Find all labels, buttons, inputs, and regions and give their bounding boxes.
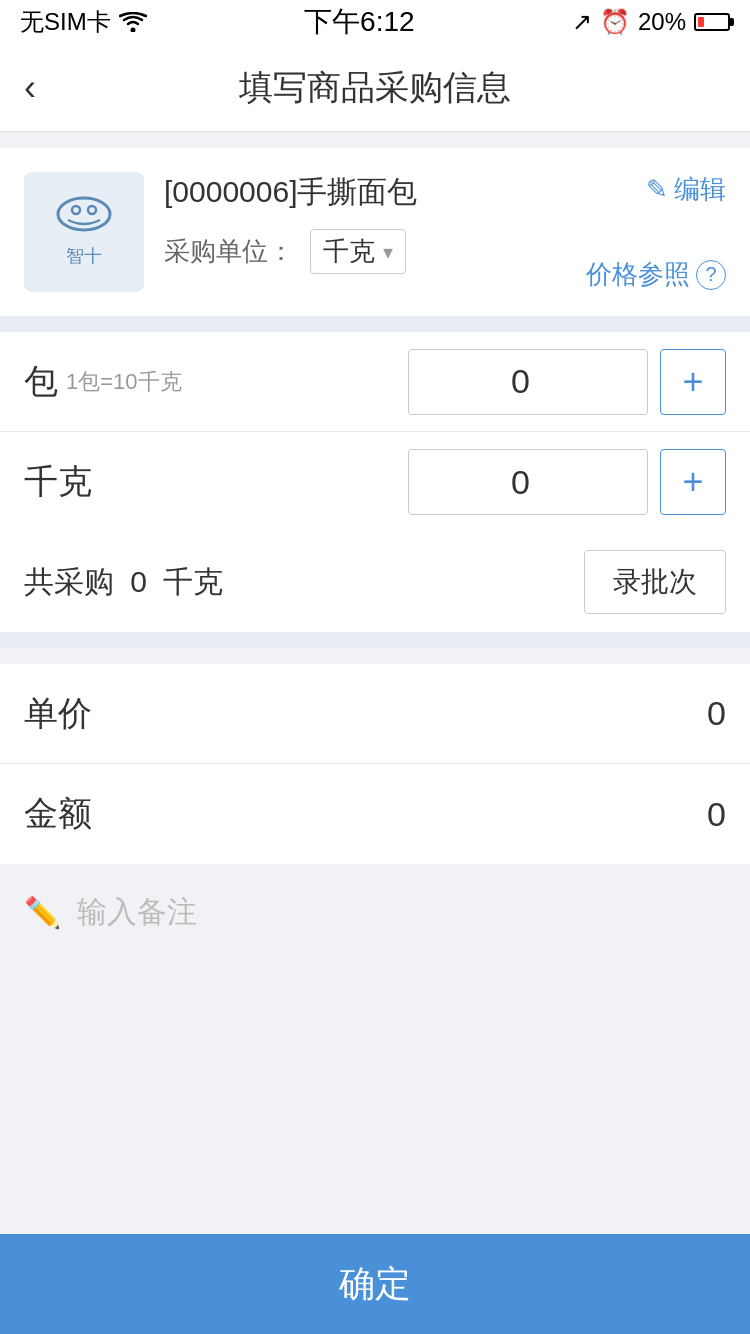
- remark-section[interactable]: ✏️ 输入备注: [0, 864, 750, 961]
- product-name: [0000006]手撕面包: [164, 172, 726, 213]
- bao-input[interactable]: [408, 349, 648, 415]
- svg-point-3: [88, 206, 96, 214]
- unit-price-value: 0: [707, 694, 726, 733]
- battery-fill: [698, 17, 704, 27]
- total-amount: 0: [130, 565, 147, 598]
- product-card: 智十 [0000006]手撕面包 采购单位： 千克 ▾ ✎ 编辑 价格参照 ?: [0, 148, 750, 316]
- amount-label: 金额: [24, 791, 92, 837]
- total-row: 共采购 0 千克 录批次: [0, 532, 750, 632]
- price-ref-button[interactable]: 价格参照 ?: [586, 257, 726, 292]
- back-button[interactable]: ‹: [24, 67, 36, 109]
- amount-value: 0: [707, 795, 726, 834]
- confirm-button[interactable]: 确定: [0, 1234, 750, 1334]
- unit-selector[interactable]: 千克 ▾: [310, 229, 406, 274]
- record-batch-button[interactable]: 录批次: [584, 550, 726, 614]
- unit-dropdown-icon: ▾: [383, 240, 393, 264]
- unit-price-label: 单价: [24, 691, 92, 737]
- amount-row: 金额 0: [0, 764, 750, 864]
- price-section: 单价 0 金额 0: [0, 664, 750, 864]
- kg-plus-button[interactable]: +: [660, 449, 726, 515]
- battery-percent: 20%: [638, 8, 686, 36]
- location-icon: ↗: [572, 8, 592, 36]
- nav-bar: ‹ 填写商品采购信息: [0, 44, 750, 132]
- product-image: 智十: [24, 172, 144, 292]
- product-logo-icon: [54, 196, 114, 240]
- kg-input[interactable]: [408, 449, 648, 515]
- status-bar: 无SIM卡 下午6:12 ↗ ⏰ 20%: [0, 0, 750, 44]
- pencil-icon: ✏️: [24, 895, 61, 930]
- unit-price-row: 单价 0: [0, 664, 750, 764]
- product-logo-text: 智十: [66, 244, 102, 268]
- kg-row: 千克 +: [0, 432, 750, 532]
- svg-point-0: [130, 28, 135, 33]
- separator-1: [0, 316, 750, 332]
- input-section: 包 1包=10千克 + 千克 +: [0, 332, 750, 532]
- wifi-icon: [119, 12, 147, 32]
- status-bar-right: ↗ ⏰ 20%: [572, 8, 730, 36]
- total-text: 共采购 0 千克: [24, 562, 223, 603]
- bao-plus-button[interactable]: +: [660, 349, 726, 415]
- bao-row: 包 1包=10千克 +: [0, 332, 750, 432]
- separator-2: [0, 632, 750, 648]
- svg-point-2: [72, 206, 80, 214]
- carrier-text: 无SIM卡: [20, 6, 111, 38]
- remark-placeholder: 输入备注: [77, 892, 197, 933]
- battery-icon: [694, 13, 730, 31]
- status-bar-time: 下午6:12: [304, 3, 415, 41]
- status-bar-left: 无SIM卡: [20, 6, 147, 38]
- alarm-icon: ⏰: [600, 8, 630, 36]
- page-title: 填写商品采购信息: [239, 65, 511, 111]
- help-icon: ?: [696, 260, 726, 290]
- unit-label: 采购单位：: [164, 234, 294, 269]
- kg-label: 千克: [24, 459, 92, 505]
- edit-icon: ✎: [646, 174, 668, 205]
- bao-label: 包: [24, 359, 58, 405]
- edit-button[interactable]: ✎ 编辑: [646, 172, 726, 207]
- bao-sublabel: 1包=10千克: [66, 367, 182, 397]
